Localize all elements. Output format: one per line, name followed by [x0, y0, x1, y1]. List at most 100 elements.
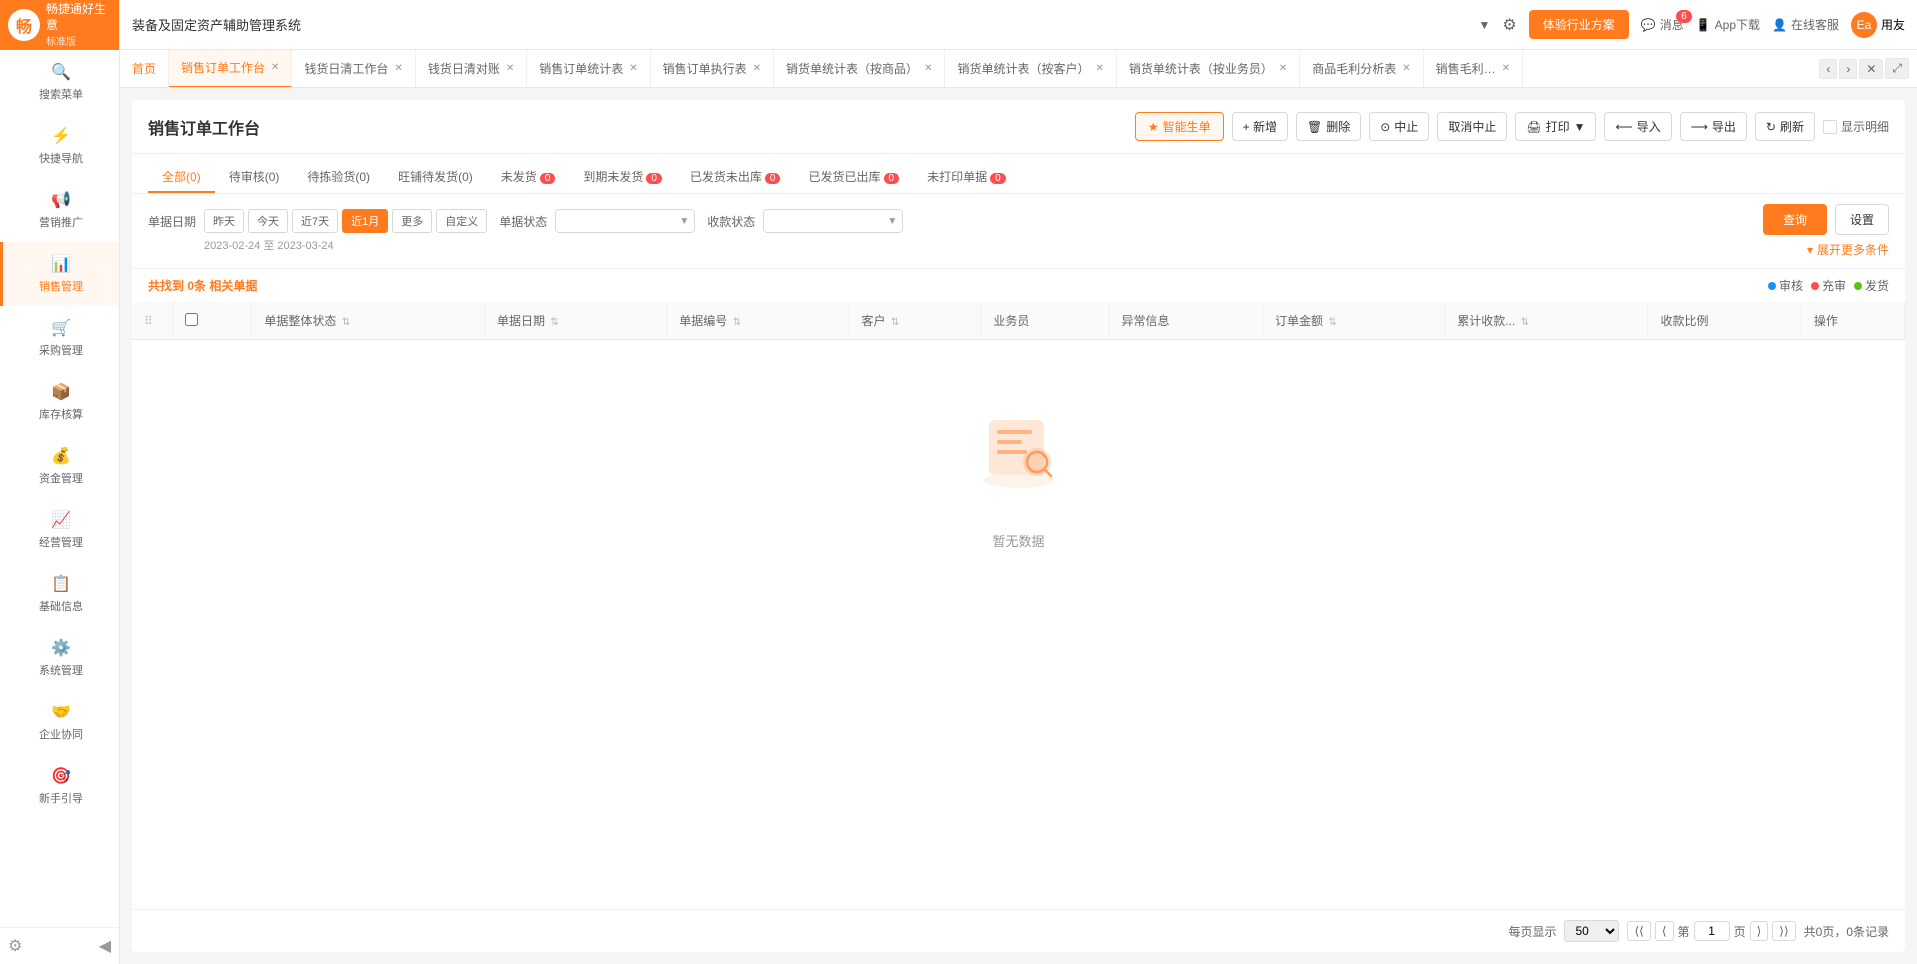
select-all-checkbox[interactable]: [185, 313, 198, 326]
tab-close-3[interactable]: ✕: [506, 63, 514, 74]
sidebar-item-1[interactable]: ⚡快捷导航: [0, 114, 119, 178]
sub-tab-6[interactable]: 已发货未出库0: [676, 162, 795, 193]
refresh-btn[interactable]: ↻ 刷新: [1755, 112, 1815, 141]
tab-6[interactable]: 销货单统计表（按商品）✕: [774, 50, 945, 88]
sidebar-icon-2: 📢: [51, 190, 71, 210]
date-btn-2[interactable]: 近7天: [292, 209, 338, 233]
sort-collected-icon[interactable]: ⇅: [1521, 317, 1529, 328]
tab-close-7[interactable]: ✕: [1095, 63, 1103, 74]
tab-label-3: 钱货日清对账: [428, 60, 500, 77]
tab-3[interactable]: 钱货日清对账 ✕: [416, 50, 527, 88]
last-page-btn[interactable]: ⟩⟩: [1772, 921, 1795, 941]
sidebar-icon-7: 📈: [51, 510, 71, 530]
sidebar-label-4: 采购管理: [39, 342, 83, 358]
sidebar-icon-5: 📦: [51, 382, 71, 402]
date-btn-5[interactable]: 自定义: [436, 209, 487, 233]
tab-close-1[interactable]: ✕: [271, 62, 279, 73]
query-btn[interactable]: 查询: [1763, 204, 1827, 235]
tab-next-btn[interactable]: ›: [1839, 59, 1857, 79]
date-btn-3[interactable]: 近1月: [342, 209, 388, 233]
audit-btn[interactable]: 审核: [1768, 277, 1803, 294]
tab-close-4[interactable]: ✕: [629, 63, 637, 74]
tab-close-8[interactable]: ✕: [1279, 63, 1287, 74]
tab-close-all-btn[interactable]: ✕: [1859, 59, 1883, 79]
export-btn[interactable]: ⟶ 导出: [1680, 112, 1747, 141]
industry-btn[interactable]: 体验行业方案: [1529, 10, 1629, 39]
sub-tab-4[interactable]: 未发货0: [487, 162, 570, 193]
status-select[interactable]: [555, 209, 695, 233]
sub-tab-0[interactable]: 全部(0): [148, 162, 215, 193]
smart-btn[interactable]: ★ 智能生单: [1135, 112, 1224, 141]
tab-8[interactable]: 销货单统计表（按业务员）✕: [1117, 50, 1300, 88]
display-detail-checkbox[interactable]: 显示明细: [1823, 118, 1889, 135]
sort-customer-icon[interactable]: ⇅: [891, 317, 899, 328]
date-btn-1[interactable]: 今天: [248, 209, 288, 233]
settings-gear-icon[interactable]: ⚙: [1502, 15, 1516, 35]
sort-number-icon[interactable]: ⇅: [733, 317, 741, 328]
date-btn-0[interactable]: 昨天: [204, 209, 244, 233]
tab-2[interactable]: 钱货日清工作台✕: [292, 50, 415, 88]
stop-btn[interactable]: ⊙ 中止: [1369, 112, 1429, 141]
print-btn[interactable]: 🖨 打印 ▼: [1515, 112, 1596, 141]
tab-close-6[interactable]: ✕: [924, 63, 932, 74]
status-filter: 单据状态 ▼: [499, 209, 695, 233]
tab-4[interactable]: 销售订单统计表✕: [527, 50, 650, 88]
sort-date-icon[interactable]: ⇅: [550, 317, 558, 328]
tab-1[interactable]: 销售订单工作台✕: [169, 50, 292, 88]
sidebar-item-2[interactable]: 📢营销推广: [0, 178, 119, 242]
sub-tab-label-6: 已发货未出库: [690, 170, 762, 184]
app-download-btn[interactable]: 📱 App下载: [1696, 16, 1760, 33]
sidebar-item-4[interactable]: 🛒采购管理: [0, 306, 119, 370]
sub-tab-5[interactable]: 到期未发货0: [569, 162, 676, 193]
tab-expand-btn[interactable]: ⤢: [1885, 58, 1909, 79]
setting-btn[interactable]: 设置: [1835, 204, 1889, 235]
tab-prev-btn[interactable]: ‹: [1819, 59, 1837, 79]
ship-btn[interactable]: 发货: [1854, 277, 1889, 294]
page-input[interactable]: 1: [1694, 921, 1730, 941]
tab-close-9[interactable]: ✕: [1402, 63, 1410, 74]
import-btn[interactable]: ⟵ 导入: [1604, 112, 1671, 141]
online-service-btn[interactable]: 👤 在线客服: [1772, 16, 1839, 33]
collapse-icon[interactable]: ◀: [99, 936, 111, 956]
sidebar-item-8[interactable]: 📋基础信息: [0, 562, 119, 626]
sub-tab-7[interactable]: 已发货已出库0: [794, 162, 913, 193]
sub-tab-1[interactable]: 待审核(0): [215, 162, 294, 193]
tab-0[interactable]: 首页: [120, 50, 169, 88]
sidebar-item-0[interactable]: 🔍搜索菜单: [0, 50, 119, 114]
sidebar-item-3[interactable]: 📊销售管理: [0, 242, 119, 306]
cancel-audit-btn[interactable]: 充审: [1811, 277, 1846, 294]
tab-5[interactable]: 销售订单执行表✕: [651, 50, 774, 88]
user-menu[interactable]: Ea 用友: [1851, 12, 1905, 38]
cancel-stop-btn[interactable]: 取消中止: [1437, 112, 1507, 141]
sort-status-icon[interactable]: ⇅: [342, 317, 350, 328]
settings-icon[interactable]: ⚙: [8, 936, 22, 956]
add-btn[interactable]: + 新增: [1232, 112, 1288, 141]
next-page-btn[interactable]: ⟩: [1750, 921, 1769, 941]
sidebar-item-5[interactable]: 📦库存核算: [0, 370, 119, 434]
tab-close-10[interactable]: ✕: [1502, 63, 1510, 74]
sort-amount-icon[interactable]: ⇅: [1328, 317, 1336, 328]
collect-select[interactable]: [763, 209, 903, 233]
sidebar-item-9[interactable]: ⚙️系统管理: [0, 626, 119, 690]
tab-7[interactable]: 销货单统计表（按客户）✕: [945, 50, 1116, 88]
message-btn[interactable]: 💬 消息 6: [1641, 16, 1684, 33]
first-page-btn[interactable]: ⟨⟨: [1627, 921, 1650, 941]
page-size-select[interactable]: 50 20 100: [1564, 920, 1619, 942]
sidebar-item-11[interactable]: 🎯新手引导: [0, 754, 119, 818]
delete-btn[interactable]: 🗑 删除: [1296, 112, 1361, 141]
tab-close-5[interactable]: ✕: [753, 63, 761, 74]
sub-tab-3[interactable]: 旺铺待发货(0): [384, 162, 487, 193]
prev-page-btn[interactable]: ⟨: [1655, 921, 1674, 941]
tab-9[interactable]: 商品毛利分析表✕: [1300, 50, 1423, 88]
expand-btn[interactable]: ▾ 展开更多条件: [1807, 241, 1889, 258]
system-dropdown[interactable]: ▼: [1478, 18, 1490, 32]
sub-tab-8[interactable]: 未打印单据0: [913, 162, 1020, 193]
tab-close-2[interactable]: ✕: [394, 63, 402, 74]
print-dropdown-icon: ▼: [1574, 120, 1586, 134]
date-btn-4[interactable]: 更多: [392, 209, 432, 233]
tab-10[interactable]: 销售毛利…✕: [1424, 50, 1523, 88]
sidebar-item-10[interactable]: 🤝企业协同: [0, 690, 119, 754]
sidebar-item-7[interactable]: 📈经营管理: [0, 498, 119, 562]
sub-tab-2[interactable]: 待拣验货(0): [293, 162, 384, 193]
sidebar-item-6[interactable]: 💰资金管理: [0, 434, 119, 498]
